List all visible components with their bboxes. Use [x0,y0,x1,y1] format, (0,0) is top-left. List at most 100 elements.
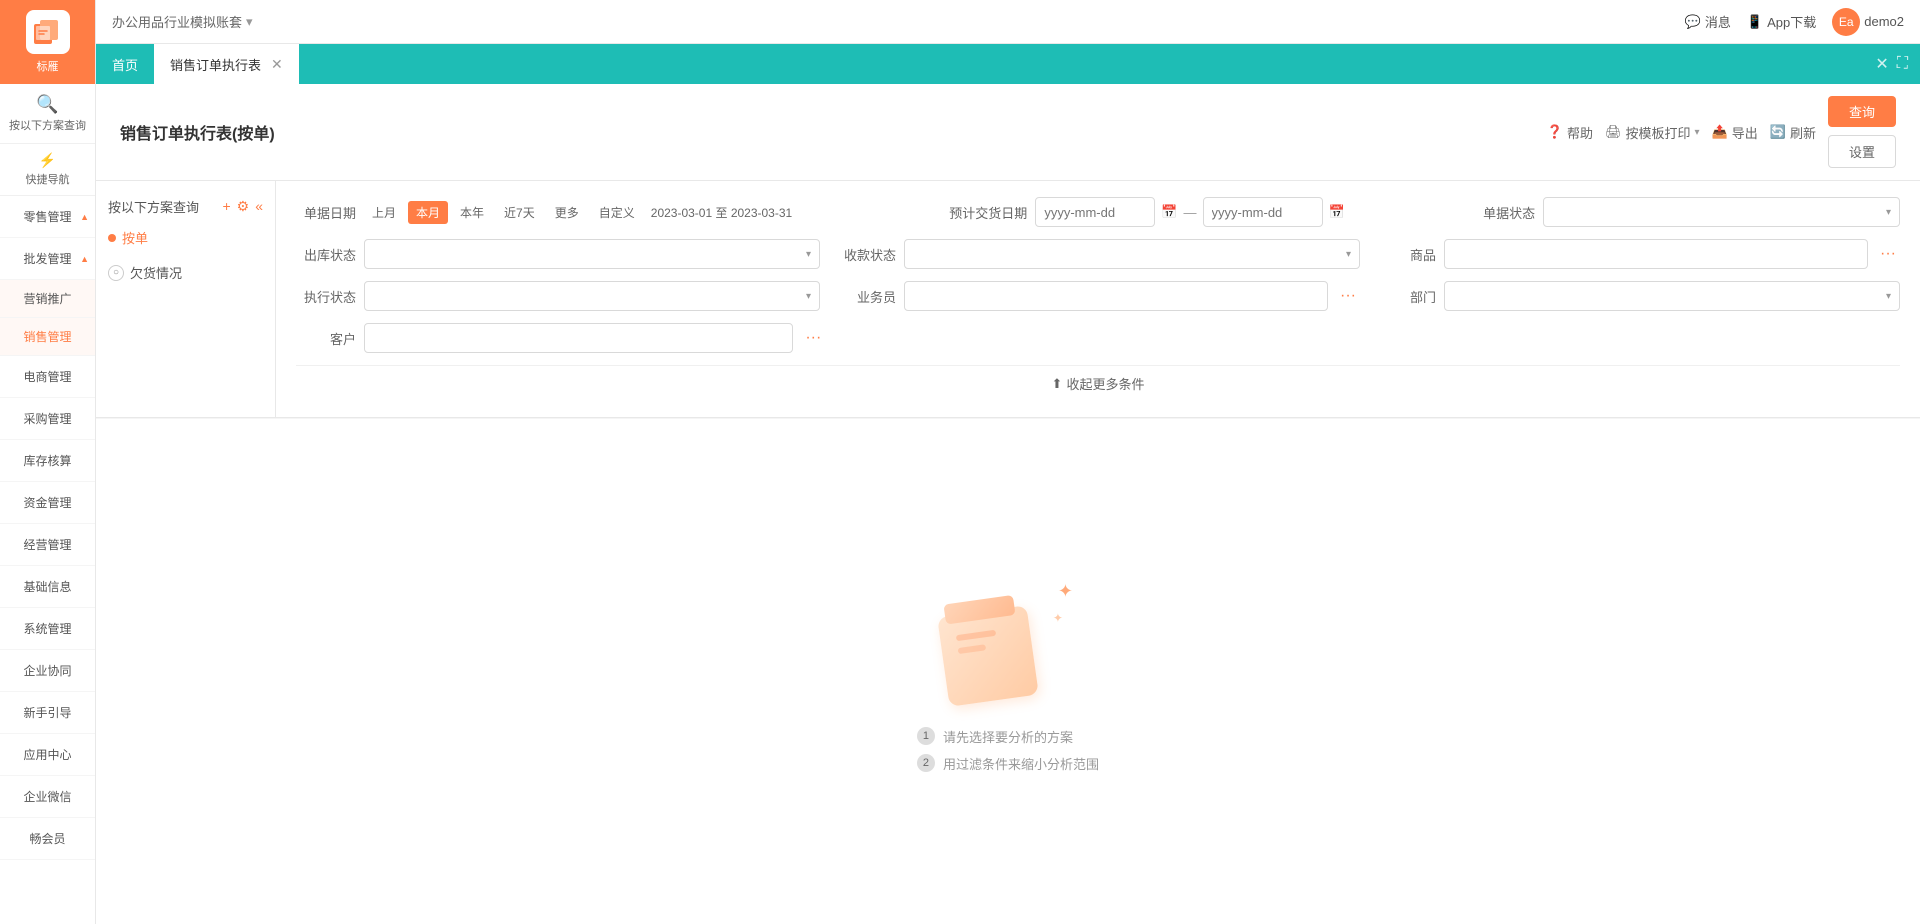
date-btn-7days[interactable]: 近7天 [496,201,543,224]
active-dot [108,234,116,242]
customer-dots-btn[interactable]: ··· [801,329,825,347]
tab-sales-exec[interactable]: 销售订单执行表 ✕ [154,44,299,84]
empty-hint-2: 2 用过滤条件来缩小分析范围 [917,754,1099,773]
date-btn-last-month[interactable]: 上月 [364,201,404,224]
topbar-left: 办公用品行业模拟账套 ▾ [112,12,253,31]
sidebar-item-wechat-label: 企业微信 [4,788,91,805]
filter-form: 单据日期 上月 本月 本年 近7天 更多 自定义 2023-03-01 至 20… [276,181,1920,417]
payment-status-select[interactable]: ▾ [904,239,1360,269]
quick-nav-label: 快捷导航 [8,171,87,187]
delivery-status-arrow: ▾ [806,249,811,260]
settings-button[interactable]: 设置 [1828,135,1896,168]
tab-expand-icon[interactable]: ⛶ [1897,55,1908,73]
hint2-num: 2 [917,754,935,772]
empty-hint-text: 1 请先选择要分析的方案 2 用过滤条件来缩小分析范围 [917,727,1099,773]
sidebar-item-inventory[interactable]: 库存核算 [0,440,95,482]
goods-input[interactable] [1444,239,1868,269]
sidebar-item-system[interactable]: 系统管理 [0,608,95,650]
date-btn-this-year[interactable]: 本年 [452,201,492,224]
date-end-icon[interactable]: 📅 [1329,204,1345,220]
quick-nav[interactable]: ⚡ 快捷导航 [0,144,95,196]
sidebar-item-purchase[interactable]: 采购管理 [0,398,95,440]
breadcrumb: 办公用品行业模拟账套 ▾ [112,12,253,31]
filter-sidebar-title: 按以下方案查询 + ⚙ « [96,193,275,220]
sidebar-item-basic[interactable]: 基础信息 [0,566,95,608]
sidebar-sub-sales[interactable]: 销售管理 [0,318,95,356]
date-label: 单据日期 [296,203,356,222]
topbar-app-download[interactable]: 📱 App下载 [1747,12,1816,31]
sidebar-item-system-label: 系统管理 [4,620,91,637]
sidebar-search[interactable]: 🔍 按以下方案查询 [0,84,95,144]
filter-collapse-btn[interactable]: ⬆ 收起更多条件 [296,365,1900,401]
salesperson-dots-btn[interactable]: ··· [1336,287,1360,305]
customer-label: 客户 [296,329,356,348]
collapse-sidebar-icon[interactable]: « [255,198,263,215]
sidebar-item-wholesale[interactable]: 批发管理 [0,238,95,280]
date-btn-custom[interactable]: 自定义 [591,201,643,224]
dept-arrow: ▾ [1886,291,1891,302]
refresh-button[interactable]: 🔄 刷新 [1770,123,1816,142]
filter-scheme-欠货情况[interactable]: ○ 欠货情况 [96,255,275,290]
app-download-label: App下载 [1767,12,1816,31]
settings-scheme-icon[interactable]: ⚙ [237,198,250,215]
breadcrumb-arrow[interactable]: ▾ [246,14,253,30]
tab-home[interactable]: 首页 [96,44,154,84]
payment-status-label: 收款状态 [836,245,896,264]
tabbar: 首页 销售订单执行表 ✕ ✕ ⛶ [96,44,1920,84]
avatar: Ea [1832,8,1860,36]
dept-select[interactable]: ▾ [1444,281,1900,311]
sidebar-item-enterprise-label: 企业协同 [4,662,91,679]
tab-close-icon[interactable]: ✕ [271,56,283,73]
exec-status-select[interactable]: ▾ [364,281,820,311]
date-quick-buttons: 上月 本月 本年 近7天 更多 自定义 [364,201,643,224]
filter-scheme-按单-label: 按单 [122,228,148,247]
content-area: 销售订单执行表(按单) ❓ 帮助 🖨 按模板打印 ▾ 📤 导出 🔄 刷新 [96,84,1920,924]
query-button[interactable]: 查询 [1828,96,1896,127]
expected-date-start[interactable] [1035,197,1155,227]
sidebar-item-basic-label: 基础信息 [4,578,91,595]
date-btn-more[interactable]: 更多 [547,201,587,224]
empty-state: ✦ ✦ 1 请先选择要分析的方案 2 用过滤条件来缩小分析范围 [917,571,1099,773]
app-download-icon: 📱 [1747,14,1763,30]
delivery-status-select[interactable]: ▾ [364,239,820,269]
sidebar-sub-marketing[interactable]: 营销推广 [0,280,95,318]
sidebar-item-enterprise[interactable]: 企业协同 [0,650,95,692]
export-label: 导出 [1732,123,1758,142]
sidebar-item-operation[interactable]: 经营管理 [0,524,95,566]
topbar-user[interactable]: Ea demo2 [1832,8,1904,36]
sidebar-item-newuser[interactable]: 新手引导 [0,692,95,734]
salesperson-input[interactable] [904,281,1328,311]
page-header: 销售订单执行表(按单) ❓ 帮助 🖨 按模板打印 ▾ 📤 导出 🔄 刷新 [96,84,1920,181]
sidebar-logo[interactable]: 标雁 [0,0,95,84]
print-button[interactable]: 🖨 按模板打印 ▾ [1605,123,1700,142]
payment-status-arrow: ▾ [1346,249,1351,260]
exec-status-arrow: ▾ [806,291,811,302]
query-buttons: 查询 设置 [1828,96,1896,168]
expected-date-end[interactable] [1203,197,1323,227]
logo-icon [26,10,70,54]
date-start-icon[interactable]: 📅 [1161,204,1177,220]
help-label: 帮助 [1567,123,1593,142]
add-scheme-icon[interactable]: + [222,198,230,215]
sidebar-item-wechat[interactable]: 企业微信 [0,776,95,818]
refresh-label: 刷新 [1790,123,1816,142]
sidebar-item-finance[interactable]: 资金管理 [0,482,95,524]
topbar-message[interactable]: 💬 消息 [1685,12,1731,31]
status-select[interactable]: ▾ [1543,197,1900,227]
date-btn-this-month[interactable]: 本月 [408,201,448,224]
help-button[interactable]: ❓ 帮助 [1547,123,1593,142]
customer-input[interactable] [364,323,793,353]
tab-close-all-icon[interactable]: ✕ [1875,54,1888,74]
filter-scheme-欠货情况-label: 欠货情况 [130,263,182,282]
sidebar-item-ecommerce[interactable]: 电商管理 [0,356,95,398]
sidebar-item-member[interactable]: 畅会员 [0,818,95,860]
sidebar-item-retail[interactable]: 零售管理 [0,196,95,238]
sidebar-sub-wholesale: 营销推广 销售管理 [0,280,95,356]
sidebar-item-appcenter[interactable]: 应用中心 [0,734,95,776]
filter-row-4: 客户 ··· [296,323,1900,353]
export-button[interactable]: 📤 导出 [1712,123,1758,142]
sidebar-item-inventory-label: 库存核算 [4,452,91,469]
print-label: 按模板打印 [1626,123,1691,142]
goods-dots-btn[interactable]: ··· [1876,245,1900,263]
filter-scheme-按单[interactable]: 按单 [96,220,275,255]
